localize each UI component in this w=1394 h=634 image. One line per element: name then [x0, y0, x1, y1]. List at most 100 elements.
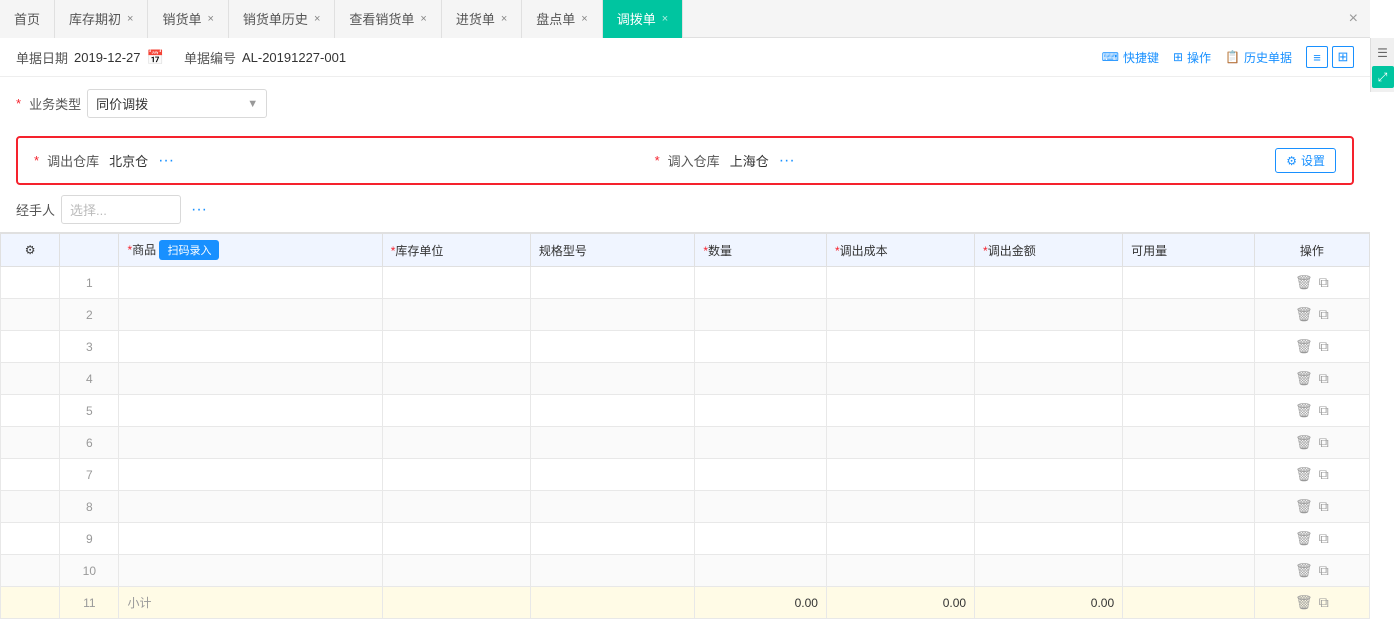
biz-type-select[interactable]: 同价调拨 ▼ — [87, 89, 267, 118]
sidebar-expand-icon[interactable]: ⤢ — [1372, 66, 1394, 88]
copy-icon-6[interactable]: ⧉ — [1319, 434, 1329, 451]
cell-qty-8[interactable] — [695, 491, 827, 523]
cell-unit-4[interactable] — [382, 363, 530, 395]
history-btn[interactable]: 📋 历史单据 — [1225, 49, 1292, 66]
tab-close-inventory-init[interactable]: × — [127, 13, 133, 25]
cell-spec-1[interactable] — [530, 267, 695, 299]
tab-inventory-init[interactable]: 库存期初 × — [55, 0, 148, 38]
person-select[interactable]: 选择... — [61, 195, 181, 224]
out-warehouse-more-btn[interactable]: ··· — [158, 152, 174, 170]
cell-unit-6[interactable] — [382, 427, 530, 459]
cell-goods-6[interactable] — [119, 427, 382, 459]
layout-list-btn[interactable]: ≡ — [1306, 46, 1328, 68]
shortcuts-btn[interactable]: ⌨ 快捷键 — [1102, 49, 1159, 66]
th-gear[interactable]: ⚙ — [1, 234, 60, 267]
cell-amount-9[interactable] — [975, 523, 1123, 555]
tab-sales-history[interactable]: 销货单历史 × — [229, 0, 335, 38]
cell-amount-4[interactable] — [975, 363, 1123, 395]
delete-icon-7[interactable]: 🗑 — [1295, 466, 1313, 483]
copy-icon-8[interactable]: ⧉ — [1319, 498, 1329, 515]
cell-cost-3[interactable] — [826, 331, 974, 363]
date-icon[interactable]: 📅 — [147, 49, 164, 66]
cell-amount-7[interactable] — [975, 459, 1123, 491]
tab-close-purchase[interactable]: × — [501, 13, 507, 25]
cell-cost-4[interactable] — [826, 363, 974, 395]
cell-amount-3[interactable] — [975, 331, 1123, 363]
tab-close-view-sales[interactable]: × — [420, 13, 426, 25]
cell-qty-2[interactable] — [695, 299, 827, 331]
delete-icon-4[interactable]: 🗑 — [1295, 370, 1313, 387]
delete-icon-1[interactable]: 🗑 — [1295, 274, 1313, 291]
cell-amount-1[interactable] — [975, 267, 1123, 299]
cell-goods-10[interactable] — [119, 555, 382, 587]
cell-amount-6[interactable] — [975, 427, 1123, 459]
copy-icon-1[interactable]: ⧉ — [1319, 274, 1329, 291]
cell-unit-8[interactable] — [382, 491, 530, 523]
delete-icon-3[interactable]: 🗑 — [1295, 338, 1313, 355]
delete-icon-9[interactable]: 🗑 — [1295, 530, 1313, 547]
barcode-btn[interactable]: 扫码录入 — [159, 240, 219, 260]
cell-qty-7[interactable] — [695, 459, 827, 491]
cell-amount-8[interactable] — [975, 491, 1123, 523]
tab-bar-close-btn[interactable]: × — [1337, 0, 1370, 38]
cell-qty-3[interactable] — [695, 331, 827, 363]
copy-icon-2[interactable]: ⧉ — [1319, 306, 1329, 323]
delete-icon-5[interactable]: 🗑 — [1295, 402, 1313, 419]
settings-btn[interactable]: ⚙ 设置 — [1275, 148, 1336, 173]
cell-goods-8[interactable] — [119, 491, 382, 523]
tab-transfer[interactable]: 调拨单 × — [603, 0, 683, 38]
cell-spec-8[interactable] — [530, 491, 695, 523]
cell-cost-10[interactable] — [826, 555, 974, 587]
cell-cost-8[interactable] — [826, 491, 974, 523]
delete-icon-2[interactable]: 🗑 — [1295, 306, 1313, 323]
cell-cost-9[interactable] — [826, 523, 974, 555]
cell-cost-2[interactable] — [826, 299, 974, 331]
cell-goods-9[interactable] — [119, 523, 382, 555]
cell-amount-2[interactable] — [975, 299, 1123, 331]
tab-close-transfer[interactable]: × — [662, 13, 668, 25]
cell-spec-9[interactable] — [530, 523, 695, 555]
cell-spec-2[interactable] — [530, 299, 695, 331]
cell-unit-10[interactable] — [382, 555, 530, 587]
cell-qty-10[interactable] — [695, 555, 827, 587]
cell-goods-3[interactable] — [119, 331, 382, 363]
tab-close-inventory-check[interactable]: × — [581, 13, 587, 25]
copy-icon-4[interactable]: ⧉ — [1319, 370, 1329, 387]
operations-btn[interactable]: ⊞ 操作 — [1173, 49, 1211, 66]
copy-icon-3[interactable]: ⧉ — [1319, 338, 1329, 355]
person-more-btn[interactable]: ··· — [191, 201, 207, 219]
in-warehouse-more-btn[interactable]: ··· — [779, 152, 795, 170]
copy-icon-5[interactable]: ⧉ — [1319, 402, 1329, 419]
cell-qty-5[interactable] — [695, 395, 827, 427]
cell-spec-5[interactable] — [530, 395, 695, 427]
tab-close-sales-history[interactable]: × — [314, 13, 320, 25]
cell-qty-1[interactable] — [695, 267, 827, 299]
copy-icon-11[interactable]: ⧉ — [1319, 594, 1329, 611]
cell-cost-1[interactable] — [826, 267, 974, 299]
cell-unit-1[interactable] — [382, 267, 530, 299]
copy-icon-9[interactable]: ⧉ — [1319, 530, 1329, 547]
cell-cost-7[interactable] — [826, 459, 974, 491]
tab-inventory-check[interactable]: 盘点单 × — [522, 0, 602, 38]
cell-spec-4[interactable] — [530, 363, 695, 395]
cell-unit-3[interactable] — [382, 331, 530, 363]
cell-qty-6[interactable] — [695, 427, 827, 459]
tab-close-sales-order[interactable]: × — [207, 13, 213, 25]
sidebar-list-icon[interactable]: ☰ — [1372, 42, 1394, 64]
cell-spec-7[interactable] — [530, 459, 695, 491]
copy-icon-7[interactable]: ⧉ — [1319, 466, 1329, 483]
tab-view-sales[interactable]: 查看销货单 × — [335, 0, 441, 38]
cell-goods-4[interactable] — [119, 363, 382, 395]
cell-goods-2[interactable] — [119, 299, 382, 331]
cell-amount-5[interactable] — [975, 395, 1123, 427]
cell-unit-7[interactable] — [382, 459, 530, 491]
cell-unit-9[interactable] — [382, 523, 530, 555]
cell-cost-6[interactable] — [826, 427, 974, 459]
delete-icon-8[interactable]: 🗑 — [1295, 498, 1313, 515]
cell-unit-5[interactable] — [382, 395, 530, 427]
delete-icon-6[interactable]: 🗑 — [1295, 434, 1313, 451]
delete-icon-11[interactable]: 🗑 — [1295, 594, 1313, 611]
tab-sales-order[interactable]: 销货单 × — [148, 0, 228, 38]
cell-spec-3[interactable] — [530, 331, 695, 363]
cell-spec-6[interactable] — [530, 427, 695, 459]
